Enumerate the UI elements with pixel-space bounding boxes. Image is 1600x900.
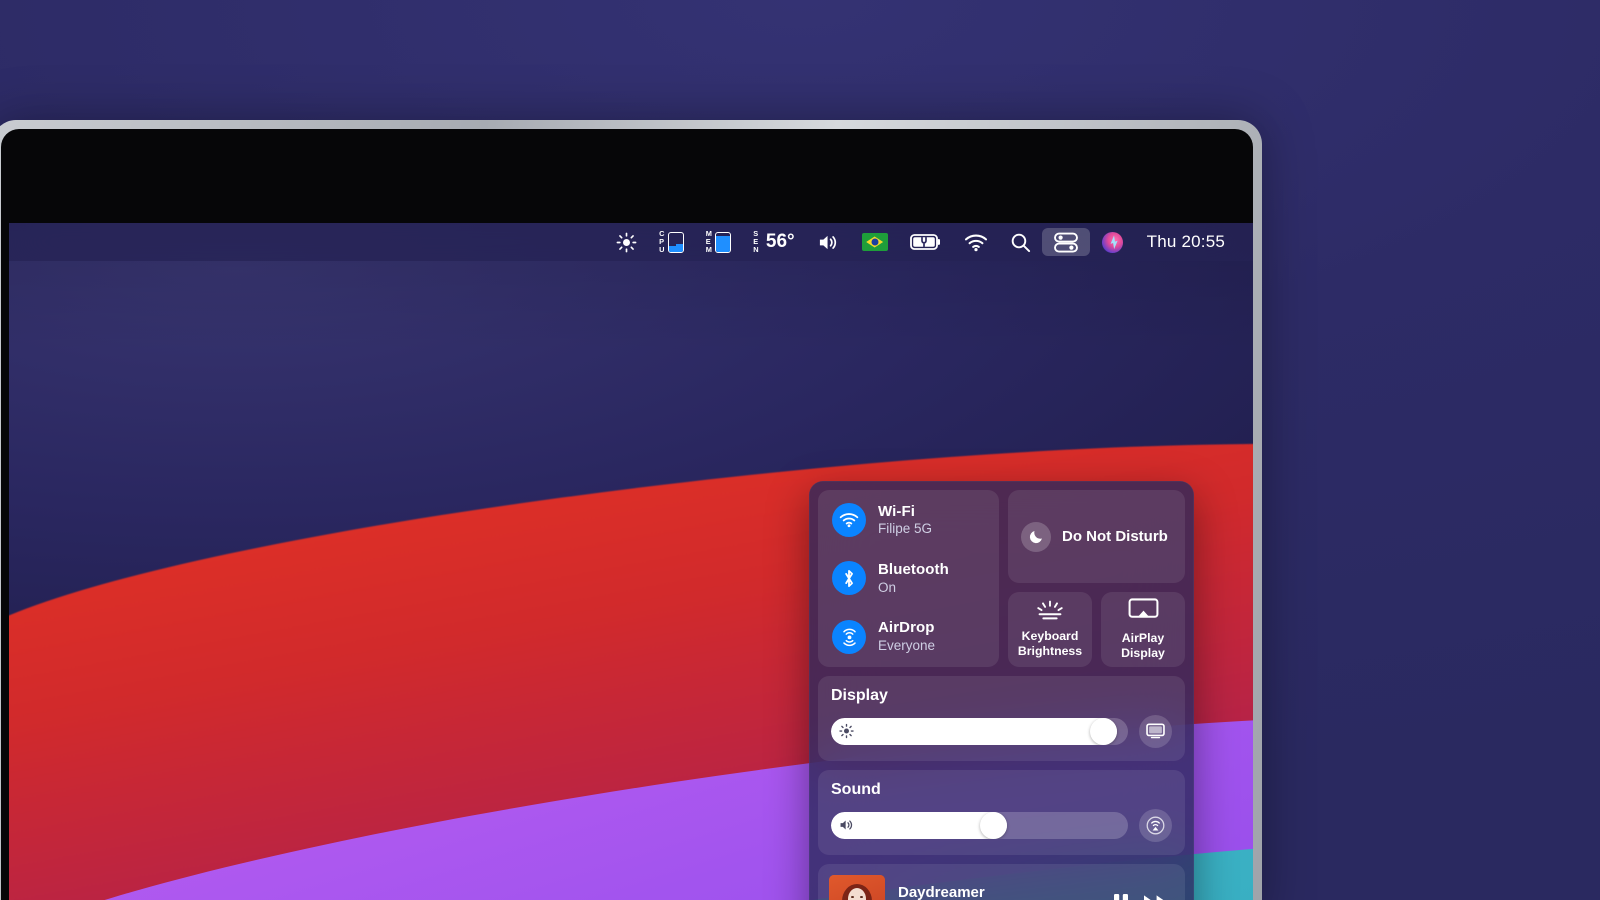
laptop-device: C PU MEM S E N 56° Thu 20:55 Wi-Fi Filip… [0, 120, 1262, 900]
control-center-toggle[interactable] [1041, 228, 1090, 256]
control-center-top-row: Wi-Fi Filipe 5G Bluetooth On AirDrop Eve… [818, 490, 1185, 667]
display-section: Display [818, 675, 1185, 761]
airdrop-icon [832, 619, 866, 654]
bluetooth-subtitle: On [878, 579, 897, 595]
airplay-audio-icon [1146, 816, 1165, 834]
laptop-bezel: C PU MEM S E N 56° Thu 20:55 Wi-Fi Filip… [1, 129, 1253, 900]
laptop-screen: C PU MEM S E N 56° Thu 20:55 Wi-Fi Filip… [9, 223, 1253, 900]
display-slider-row [831, 714, 1172, 748]
wifi-title: Wi-Fi [878, 502, 916, 520]
bluetooth-tile[interactable]: Bluetooth On [818, 560, 999, 596]
cpu-monitor[interactable]: C PU [648, 228, 695, 256]
display-preferences-icon [1146, 723, 1165, 739]
keyboard-brightness-icon [1037, 600, 1063, 620]
wifi-tile[interactable]: Wi-Fi Filipe 5G [818, 503, 999, 537]
search-icon [1011, 233, 1030, 252]
do-not-disturb-tile[interactable]: Do Not Disturb [1008, 490, 1185, 583]
do-not-disturb-label: Do Not Disturb [1062, 527, 1168, 545]
speaker-wave-icon [839, 818, 856, 832]
brightness-icon [839, 723, 854, 739]
now-playing-controls [1112, 893, 1174, 900]
airplay-display-tile[interactable]: AirPlay Display [1101, 592, 1185, 667]
brightness-menu-icon[interactable] [605, 228, 648, 256]
control-center-icon [1053, 232, 1078, 253]
control-center-right-column: Do Not Disturb Keyboard Brightness AirPl… [1008, 490, 1185, 667]
wifi-menu-icon[interactable] [953, 228, 999, 256]
wifi-subtitle: Filipe 5G [878, 521, 933, 537]
control-center-panel: Wi-Fi Filipe 5G Bluetooth On AirDrop Eve… [809, 481, 1194, 900]
cpu-gauge-icon [667, 231, 684, 253]
airdrop-text: AirDrop Everyone [878, 619, 936, 653]
sensor-temperature-value: 56° [765, 231, 795, 252]
connectivity-group: Wi-Fi Filipe 5G Bluetooth On AirDrop Eve… [818, 490, 999, 667]
pause-button[interactable] [1112, 893, 1130, 900]
screenshot-scene: C PU MEM S E N 56° Thu 20:55 Wi-Fi Filip… [0, 0, 1600, 900]
memory-monitor[interactable]: MEM [695, 228, 742, 256]
volume-menu-icon[interactable] [806, 228, 851, 256]
sun-icon [616, 232, 637, 252]
battery-charging-icon [909, 234, 940, 250]
siri-menu-icon[interactable] [1090, 228, 1135, 256]
bluetooth-title: Bluetooth [878, 560, 949, 578]
next-track-button[interactable] [1143, 893, 1169, 900]
wifi-icon [964, 234, 987, 251]
display-preferences-button[interactable] [1139, 714, 1172, 748]
bluetooth-icon [832, 561, 866, 596]
menu-bar-clock[interactable]: Thu 20:55 [1135, 232, 1229, 252]
airplay-audio-button[interactable] [1139, 808, 1172, 842]
airdrop-title: AirDrop [878, 619, 935, 637]
battery-status[interactable] [899, 228, 953, 256]
menu-bar: C PU MEM S E N 56° Thu 20:55 [9, 223, 1253, 261]
pause-icon [1114, 893, 1128, 900]
airdrop-tile[interactable]: AirDrop Everyone [818, 619, 999, 654]
wifi-icon [832, 503, 866, 537]
aurora-album-art [829, 874, 885, 900]
display-title: Display [831, 686, 888, 704]
wifi-text: Wi-Fi Filipe 5G [878, 502, 933, 537]
keyboard-brightness-tile[interactable]: Keyboard Brightness [1008, 592, 1092, 667]
brazil-flag-icon [861, 233, 888, 251]
control-center-square-tiles: Keyboard Brightness AirPlay Display [1008, 592, 1185, 667]
cpu-monitor-label: C PU [659, 229, 665, 254]
sensor-label: SEN [753, 229, 759, 254]
keyboard-brightness-label: Keyboard Brightness [1017, 629, 1083, 658]
memory-monitor-label: MEM [705, 229, 713, 254]
airplay-display-label: AirPlay Display [1121, 631, 1165, 660]
speaker-icon [819, 235, 836, 249]
sound-section: Sound [818, 769, 1185, 855]
siri-orb-icon [1101, 231, 1123, 253]
now-playing-text: Daydreamer AURORA – A Different Kind of… [898, 884, 1099, 900]
moon-icon [1021, 521, 1051, 552]
fast-forward-icon [1144, 894, 1164, 900]
now-playing-track: Daydreamer [898, 884, 985, 900]
memory-gauge-icon [715, 231, 732, 253]
input-source-flag[interactable] [851, 228, 899, 256]
sensor-temperature[interactable]: SEN 56° [742, 228, 805, 256]
display-brightness-slider[interactable] [831, 717, 1128, 745]
now-playing-section: Daydreamer AURORA – A Different Kind of… [818, 863, 1185, 900]
bluetooth-text: Bluetooth On [878, 560, 949, 595]
airdrop-subtitle: Everyone [878, 637, 936, 653]
sound-title: Sound [831, 780, 881, 798]
spotlight-search[interactable] [999, 228, 1042, 256]
airplay-display-icon [1128, 598, 1158, 618]
sound-volume-slider[interactable] [831, 811, 1128, 839]
sound-slider-row [831, 808, 1172, 842]
